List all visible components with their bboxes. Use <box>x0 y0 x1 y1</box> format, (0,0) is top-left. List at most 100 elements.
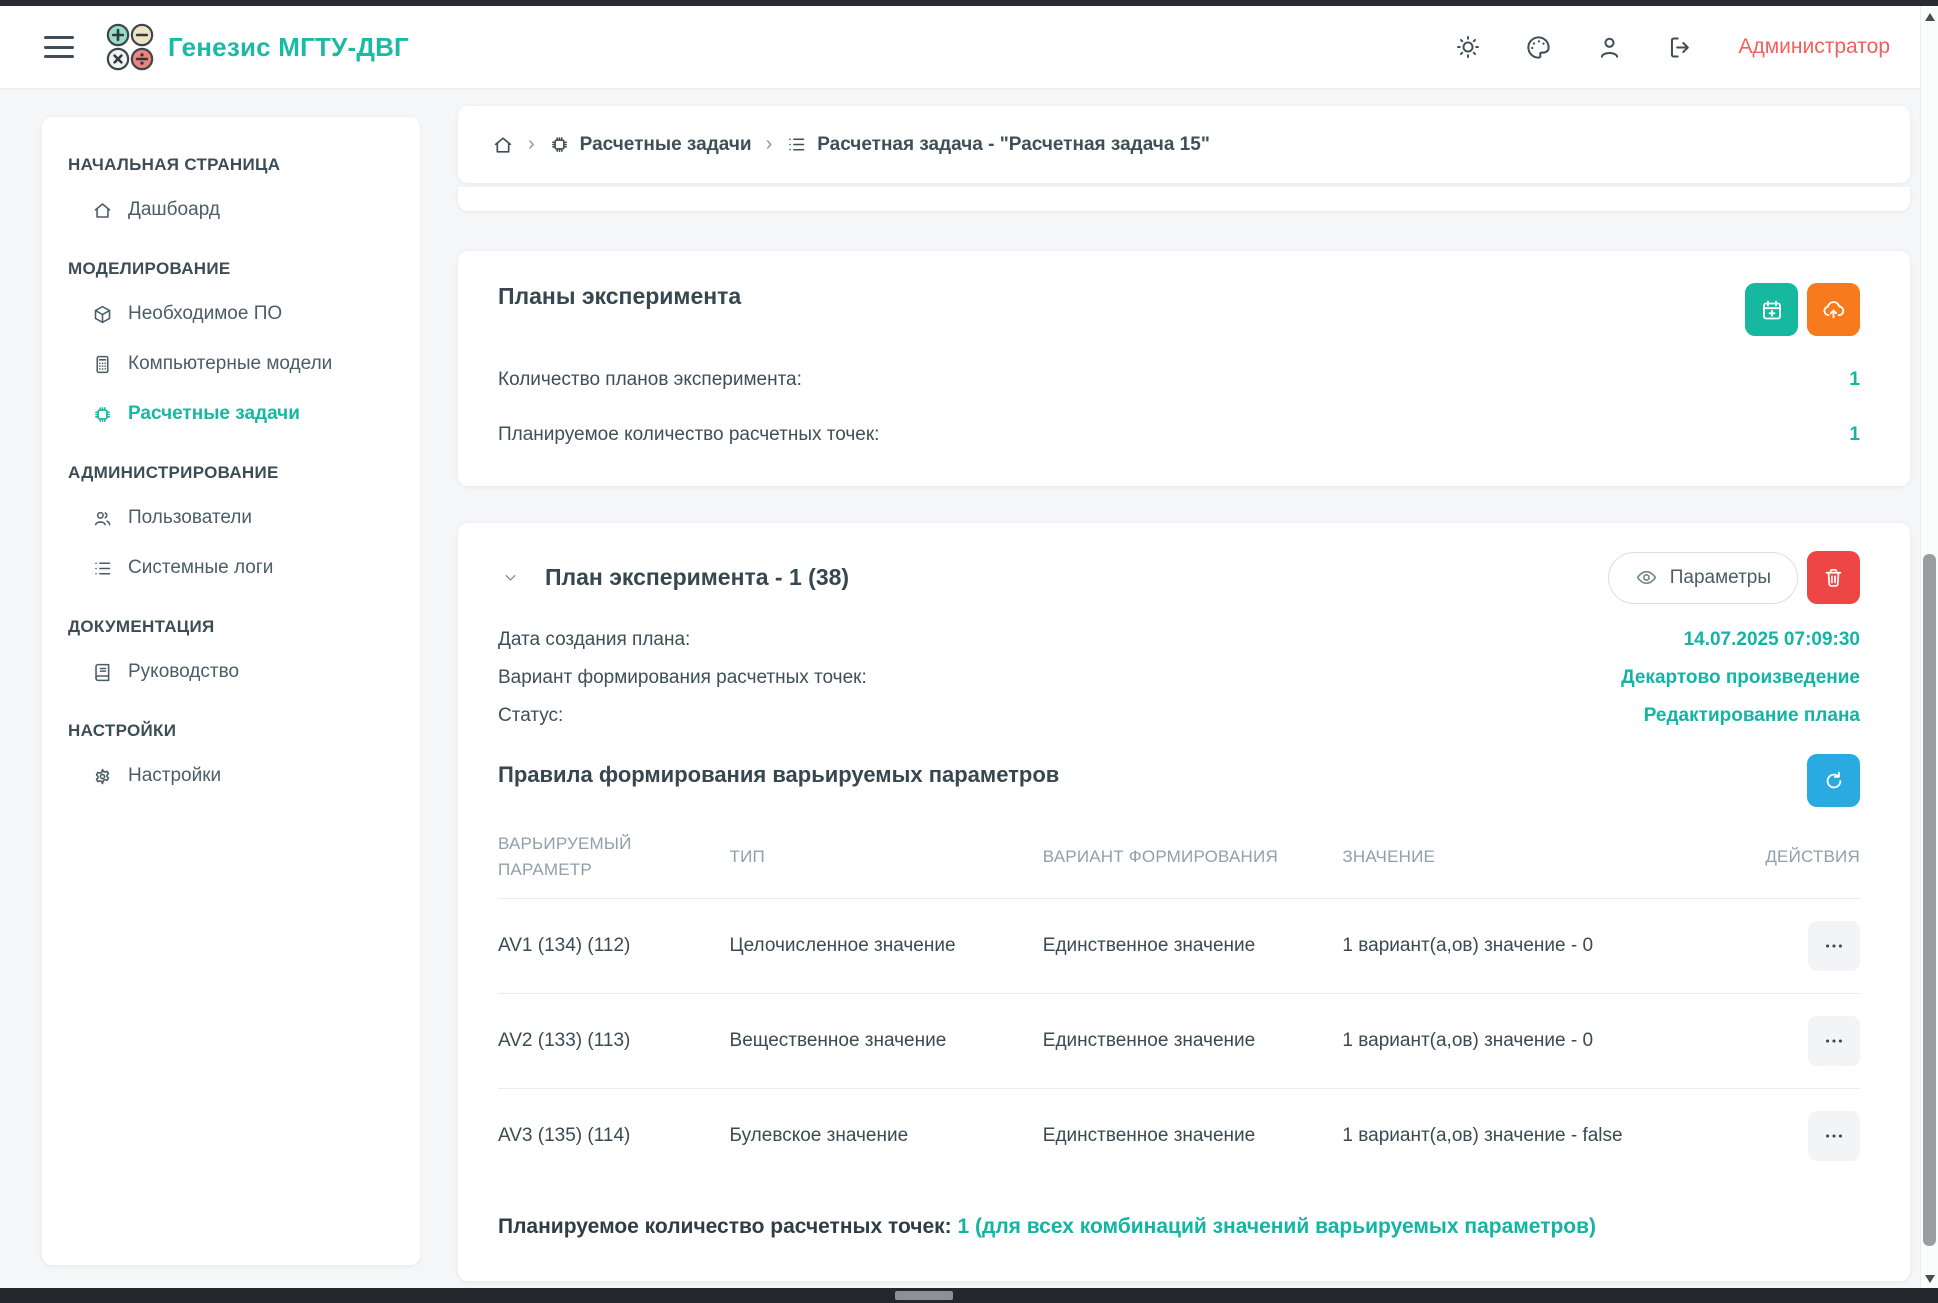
upload-plan-button[interactable] <box>1807 283 1860 336</box>
plan-title: План эксперимента - 1 (38) <box>545 564 850 590</box>
plan-created-row: Дата создания плана: 14.07.2025 07:09:30 <box>498 628 1860 652</box>
row-actions-button[interactable] <box>1807 1110 1860 1161</box>
plans-count-label: Количество планов эксперимента: <box>498 369 802 390</box>
sidebar-item-manual[interactable]: Руководство <box>66 647 402 697</box>
plan-created-value: 14.07.2025 07:09:30 <box>1683 629 1860 650</box>
scroll-down-arrow[interactable] <box>1925 1275 1935 1283</box>
vertical-scrollbar[interactable] <box>1920 6 1938 1288</box>
eye-icon <box>1635 566 1658 589</box>
sidebar-section-administration: АДМИНИСТРИРОВАНИЕ <box>68 463 279 482</box>
column-header: ВАРЬИРУЕМЫЙ ПАРАМЕТР <box>498 834 632 880</box>
chevron-right-icon: › <box>765 133 773 155</box>
main-content: › Расчетные задачи › Расчетная задача - … <box>458 106 1910 1281</box>
sidebar-item-label: Пользователи <box>128 507 253 528</box>
experiment-plan-detail-card: План эксперимента - 1 (38) Параметры Дат… <box>458 523 1910 1281</box>
horizontal-scroll-thumb[interactable] <box>895 1291 953 1300</box>
plans-count-row: Количество планов эксперимента: 1 <box>498 369 1860 391</box>
book-icon <box>92 662 113 683</box>
breadcrumb-label: Расчетные задачи <box>579 133 752 155</box>
plan-status-row: Статус: Редактирование плана <box>498 704 1860 728</box>
varied-parameters-table: ВАРЬИРУЕМЫЙ ПАРАМЕТР ТИП ВАРИАНТ ФОРМИРО… <box>498 813 1860 1183</box>
palette-icon[interactable] <box>1525 34 1552 61</box>
cell-value: 1 вариант(а,ов) значение - 0 <box>1342 934 1594 956</box>
cell-variant: Единственное значение <box>1042 934 1256 956</box>
plans-count-value: 1 <box>1849 369 1860 390</box>
sidebar-item-label: Руководство <box>128 661 240 682</box>
plan-created-label: Дата создания плана: <box>498 629 691 650</box>
sidebar-item-system-logs[interactable]: Системные логи <box>66 543 402 593</box>
planned-points-summary: Планируемое количество расчетных точек: … <box>498 1215 1860 1239</box>
vertical-scroll-thumb[interactable] <box>1923 554 1936 1246</box>
cube-icon <box>92 304 113 325</box>
breadcrumb-computation-tasks[interactable]: Расчетные задачи <box>549 134 752 156</box>
sidebar-section-home: НАЧАЛЬНАЯ СТРАНИЦА <box>68 155 281 174</box>
sidebar-item-computer-models[interactable]: Компьютерные модели <box>66 339 402 389</box>
chip-icon <box>549 134 570 155</box>
planned-points-summary-label: Планируемое количество расчетных точек: <box>498 1214 952 1238</box>
table-header-row: ВАРЬИРУЕМЫЙ ПАРАМЕТР ТИП ВАРИАНТ ФОРМИРО… <box>498 813 1860 898</box>
add-plan-button[interactable] <box>1745 283 1798 336</box>
list-icon <box>786 134 807 155</box>
table-row: AV3 (135) (114) Булевское значение Единс… <box>498 1087 1860 1183</box>
breadcrumb: › Расчетные задачи › Расчетная задача - … <box>458 106 1910 183</box>
sidebar-section-documentation: ДОКУМЕНТАЦИЯ <box>68 617 215 636</box>
sidebar-item-label: Необходимое ПО <box>128 303 283 324</box>
plan-status-label: Статус: <box>498 705 564 726</box>
sidebar-item-dashboard[interactable]: Дашбоард <box>66 185 402 235</box>
sidebar-item-label: Системные логи <box>128 557 274 578</box>
sidebar-item-label: Расчетные задачи <box>128 403 300 424</box>
breadcrumb-current-task[interactable]: Расчетная задача - "Расчетная задача 15" <box>786 134 1210 156</box>
gear-icon <box>92 766 113 787</box>
planned-points-summary-value: 1 (для всех комбинаций значений варьируе… <box>957 1214 1597 1238</box>
experiment-plans-card: Планы эксперимента Количество планов экс… <box>458 251 1910 486</box>
trash-icon <box>1822 566 1845 589</box>
scroll-up-arrow[interactable] <box>1925 13 1935 21</box>
partially-visible-card <box>458 187 1910 211</box>
logout-icon[interactable] <box>1667 34 1694 61</box>
column-header: ДЕЙСТВИЯ <box>1765 847 1860 867</box>
user-profile-icon[interactable] <box>1596 34 1623 61</box>
table-row: AV2 (133) (113) Вещественное значение Ед… <box>498 992 1860 1088</box>
cloud-upload-icon <box>1821 297 1846 322</box>
column-header: ЗНАЧЕНИЕ <box>1342 847 1436 867</box>
planned-points-value: 1 <box>1849 424 1860 445</box>
cell-value: 1 вариант(а,ов) значение - false <box>1342 1124 1623 1146</box>
ellipsis-icon <box>1823 935 1845 957</box>
parameters-button-label: Параметры <box>1669 566 1771 588</box>
home-icon <box>492 134 514 156</box>
app-logo <box>106 23 154 71</box>
cell-parameter: AV1 (134) (112) <box>498 934 631 956</box>
refresh-icon <box>1822 769 1846 793</box>
users-icon <box>92 508 113 529</box>
list-icon <box>92 558 113 579</box>
app-title: Генезис МГТУ-ДВГ <box>168 31 409 62</box>
planned-points-row: Планируемое количество расчетных точек: … <box>498 424 1860 446</box>
cell-type: Булевское значение <box>729 1124 909 1146</box>
cell-parameter: AV3 (135) (114) <box>498 1124 631 1146</box>
sidebar-section-settings: НАСТРОЙКИ <box>68 721 177 740</box>
cell-value: 1 вариант(а,ов) значение - 0 <box>1342 1029 1594 1051</box>
theme-toggle-icon[interactable] <box>1455 34 1481 60</box>
parameters-button[interactable]: Параметры <box>1607 551 1798 604</box>
breadcrumb-home[interactable] <box>492 134 514 156</box>
delete-plan-button[interactable] <box>1807 551 1860 604</box>
row-actions-button[interactable] <box>1807 920 1860 971</box>
current-user-role[interactable]: Администратор <box>1738 35 1890 59</box>
sidebar-item-label: Дашбоард <box>128 199 220 220</box>
cell-type: Целочисленное значение <box>729 934 956 956</box>
plan-variant-label: Вариант формирования расчетных точек: <box>498 667 867 688</box>
sidebar-item-users[interactable]: Пользователи <box>66 493 402 543</box>
chevron-right-icon: › <box>528 133 535 155</box>
refresh-rules-button[interactable] <box>1807 754 1860 807</box>
cell-parameter: AV2 (133) (113) <box>498 1029 631 1051</box>
collapse-plan-button[interactable] <box>498 565 523 590</box>
ellipsis-icon <box>1823 1030 1845 1052</box>
row-actions-button[interactable] <box>1807 1015 1860 1066</box>
sidebar-item-label: Компьютерные модели <box>128 353 333 374</box>
menu-toggle-button[interactable] <box>44 36 74 58</box>
horizontal-scrollbar[interactable] <box>0 1288 1938 1303</box>
plan-variant-row: Вариант формирования расчетных точек: Де… <box>498 666 1860 690</box>
sidebar-item-computation-tasks[interactable]: Расчетные задачи <box>66 389 402 439</box>
sidebar-item-required-software[interactable]: Необходимое ПО <box>66 289 402 339</box>
sidebar-item-settings[interactable]: Настройки <box>66 751 402 801</box>
